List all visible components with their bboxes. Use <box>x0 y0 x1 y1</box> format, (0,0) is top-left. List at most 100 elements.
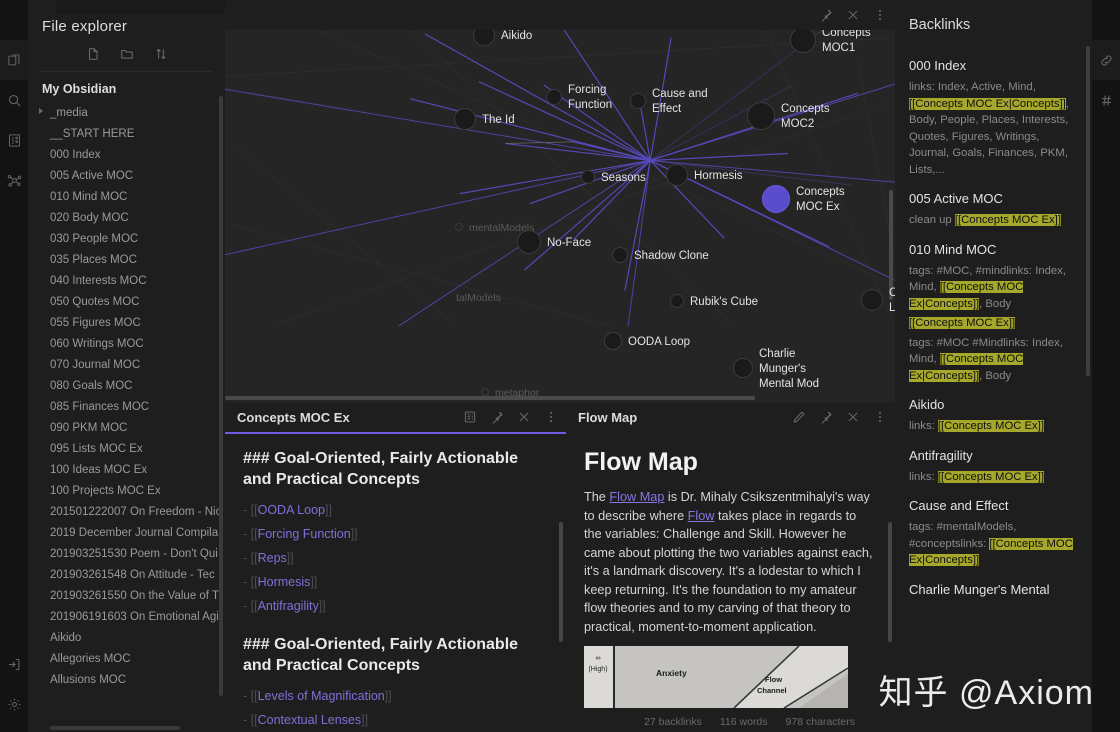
wikilink[interactable]: Forcing Function <box>258 527 351 541</box>
file-row[interactable]: 201906191603 On Emotional Agi <box>28 606 225 627</box>
backlink-context[interactable]: links: [[Concepts MOC Ex]] <box>909 418 1078 435</box>
file-row[interactable]: 055 Figures MOC <box>28 312 225 333</box>
backlinks-list[interactable]: 000 Index links: Index, Active, Mind, [[C… <box>895 58 1092 597</box>
graph-node[interactable] <box>581 170 595 184</box>
backlink-source-title[interactable]: Cause and Effect <box>909 498 1078 513</box>
graph-node[interactable] <box>747 102 775 130</box>
graph-horizontal-scrollbar[interactable] <box>225 396 755 400</box>
file-row[interactable]: 005 Active MOC <box>28 165 225 186</box>
edit-icon[interactable] <box>792 410 806 424</box>
flow-link[interactable]: Flow <box>688 509 715 523</box>
wikilink[interactable]: Reps <box>258 551 287 565</box>
file-row[interactable]: __START HERE <box>28 123 225 144</box>
file-row[interactable]: 035 Places MOC <box>28 249 225 270</box>
backlink-source-title[interactable]: Antifragility <box>909 448 1078 463</box>
search-icon[interactable] <box>0 80 28 120</box>
graph-node[interactable] <box>517 230 541 254</box>
flow-map-link[interactable]: Flow Map <box>609 490 664 504</box>
reading-view-icon[interactable] <box>463 410 477 424</box>
flow-channel-embedded-image[interactable]: ∞ (High) Anxiety Flow Channel <box>584 646 848 708</box>
close-icon[interactable] <box>846 410 860 424</box>
explorer-vertical-scrollbar[interactable] <box>219 96 223 696</box>
pin-icon[interactable] <box>819 410 833 424</box>
pin-icon[interactable] <box>819 8 833 22</box>
new-folder-icon[interactable] <box>120 47 134 61</box>
markdown-list-item[interactable]: - [[OODA Loop]] <box>243 498 548 522</box>
folder-row[interactable]: _media <box>28 102 225 123</box>
backlink-source-title[interactable]: Aikido <box>909 397 1078 412</box>
pin-icon[interactable] <box>490 410 504 424</box>
markdown-list-item[interactable]: - [[Levels of Magnification]] <box>243 684 548 708</box>
graph-view-icon[interactable] <box>0 160 28 200</box>
wikilink[interactable]: OODA Loop <box>258 503 325 517</box>
gear-icon[interactable] <box>0 684 28 724</box>
backlink-context[interactable]: [[Concepts MOC Ex]] <box>909 315 1078 332</box>
link-icon[interactable] <box>1092 40 1120 80</box>
backlink-context[interactable]: links: Index, Active, Mind, [[Concepts M… <box>909 79 1078 178</box>
graph-node[interactable] <box>546 89 562 105</box>
file-row[interactable]: 085 Finances MOC <box>28 396 225 417</box>
wikilink[interactable]: Antifragility <box>258 599 319 613</box>
graph-node[interactable] <box>604 332 622 350</box>
sort-icon[interactable] <box>154 47 168 61</box>
wikilink[interactable]: Contextual Lenses <box>258 713 362 727</box>
left-editor-scrollbar[interactable] <box>559 522 563 642</box>
open-files-icon[interactable] <box>0 40 28 80</box>
markdown-list-item[interactable]: - [[Forcing Function]] <box>243 522 548 546</box>
wikilink[interactable]: Levels of Magnification <box>258 689 385 703</box>
backlink-source-title[interactable]: 000 Index <box>909 58 1078 73</box>
backlink-source-title[interactable]: 010 Mind MOC <box>909 242 1078 257</box>
more-options-icon[interactable] <box>873 410 887 424</box>
new-note-icon[interactable] <box>86 47 100 61</box>
file-row[interactable]: Allegories MOC <box>28 648 225 669</box>
markdown-list-item[interactable]: - [[Hormesis]] <box>243 570 548 594</box>
open-vault-icon[interactable] <box>0 644 28 684</box>
file-row[interactable]: 010 Mind MOC <box>28 186 225 207</box>
right-editor-scrollbar[interactable] <box>888 522 892 642</box>
graph-node[interactable] <box>454 108 476 130</box>
explorer-horizontal-scrollbar[interactable] <box>50 726 180 730</box>
file-row[interactable]: Allusions MOC <box>28 669 225 690</box>
hash-icon[interactable] <box>1092 80 1120 120</box>
chevron-right-icon[interactable] <box>39 108 43 114</box>
file-row[interactable]: 080 Goals MOC <box>28 375 225 396</box>
wikilink[interactable]: Hormesis <box>258 575 311 589</box>
backlinks-scrollbar[interactable] <box>1086 46 1090 376</box>
graph-node-active[interactable] <box>762 185 790 213</box>
starred-notes-icon[interactable] <box>0 120 28 160</box>
file-row[interactable]: 050 Quotes MOC <box>28 291 225 312</box>
graph-node[interactable] <box>733 358 753 378</box>
file-row[interactable]: 201903261548 On Attitude - Tec <box>28 564 225 585</box>
markdown-list-item[interactable]: - [[Antifragility]] <box>243 594 548 618</box>
left-editor-body[interactable]: ### Goal-Oriented, Fairly Actionable and… <box>225 434 566 732</box>
file-row[interactable]: 201903261550 On the Value of T <box>28 585 225 606</box>
file-row[interactable]: 201501222007 On Freedom - Nic <box>28 501 225 522</box>
file-row[interactable]: 201903251530 Poem - Don't Qui <box>28 543 225 564</box>
close-icon[interactable] <box>517 410 531 424</box>
more-options-icon[interactable] <box>873 8 887 22</box>
graph-node[interactable] <box>861 289 883 311</box>
backlink-context[interactable]: tags: #mentalModels, #conceptslinks: [[C… <box>909 519 1078 569</box>
backlink-context[interactable]: tags: #MOC, #mindlinks: Index, Mind, [[C… <box>909 263 1078 313</box>
close-icon[interactable] <box>846 8 860 22</box>
file-row[interactable]: 2019 December Journal Compila <box>28 522 225 543</box>
backlink-context[interactable]: links: [[Concepts MOC Ex]] <box>909 469 1078 486</box>
markdown-list-item[interactable]: - [[Reps]] <box>243 546 548 570</box>
right-editor-body[interactable]: Flow Map The Flow Map is Dr. Mihaly Csik… <box>566 432 895 732</box>
file-row[interactable]: 040 Interests MOC <box>28 270 225 291</box>
file-row[interactable]: 020 Body MOC <box>28 207 225 228</box>
graph-node[interactable] <box>630 93 646 109</box>
graph-node[interactable] <box>666 164 688 186</box>
file-row[interactable]: 090 PKM MOC <box>28 417 225 438</box>
file-list[interactable]: _media__START HERE000 Index005 Active MO… <box>28 102 225 732</box>
file-row[interactable]: Aikido <box>28 627 225 648</box>
graph-node[interactable] <box>481 388 489 396</box>
file-row[interactable]: 100 Ideas MOC Ex <box>28 459 225 480</box>
backlink-source-title[interactable]: 005 Active MOC <box>909 191 1078 206</box>
file-row[interactable]: 095 Lists MOC Ex <box>28 438 225 459</box>
file-row[interactable]: 070 Journal MOC <box>28 354 225 375</box>
file-row[interactable]: 030 People MOC <box>28 228 225 249</box>
backlink-source-title[interactable]: Charlie Munger's Mental <box>909 582 1078 597</box>
backlink-context[interactable]: tags: #MOC #Mindlinks: Index, Mind, [[Co… <box>909 335 1078 385</box>
file-row[interactable]: 000 Index <box>28 144 225 165</box>
